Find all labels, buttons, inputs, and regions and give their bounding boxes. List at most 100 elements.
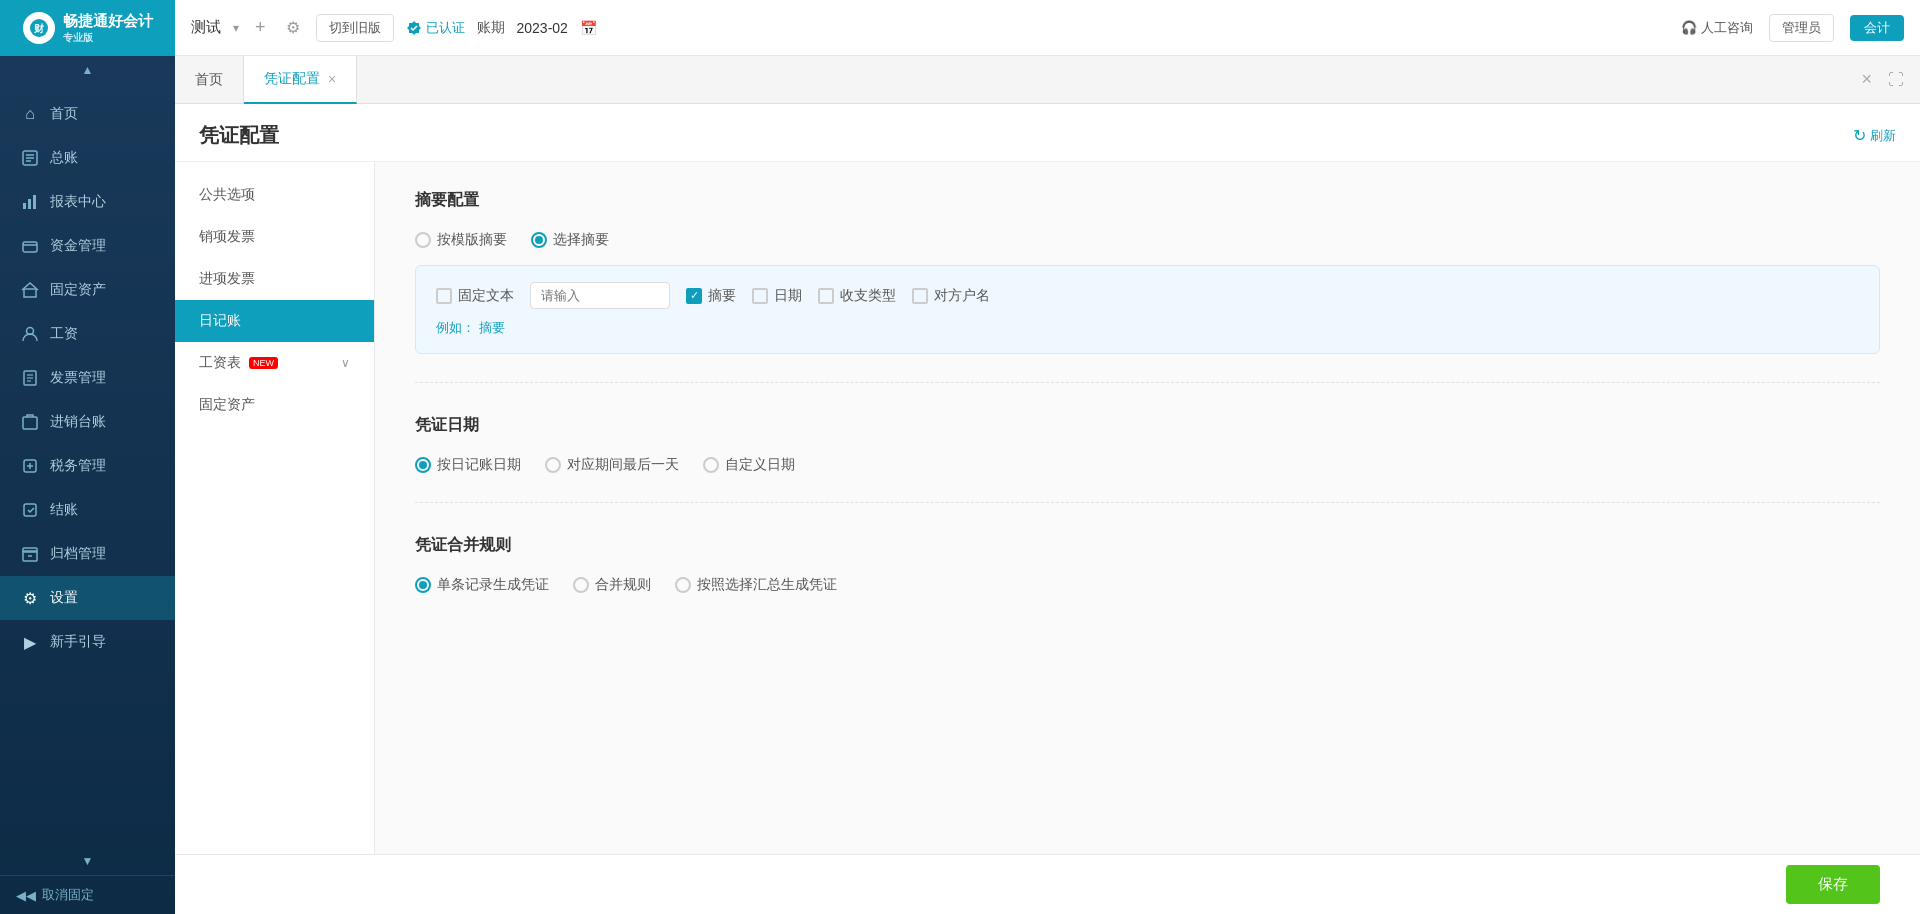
merge-select-radio[interactable]	[675, 577, 691, 593]
sidebar-item-invoice[interactable]: 发票管理	[0, 356, 175, 400]
left-nav: 公共选项 销项发票 进项发票 日记账 工资表 NEW ∨ 固定资产	[175, 162, 375, 914]
calendar-icon[interactable]: 📅	[580, 20, 597, 36]
sidebar-item-ledger-label: 总账	[50, 149, 78, 167]
sidebar-item-reports[interactable]: 报表中心	[0, 180, 175, 224]
left-nav-payroll[interactable]: 工资表 NEW ∨	[175, 342, 374, 384]
summary-check-label: 摘要	[708, 287, 736, 305]
merge-single-option[interactable]: 单条记录生成凭证	[415, 576, 549, 594]
old-version-btn[interactable]: 切到旧版	[316, 14, 394, 42]
sidebar-scroll-down[interactable]: ▼	[0, 847, 175, 875]
config-area: 摘要配置 按模版摘要 选择摘要 固定文本	[375, 162, 1920, 914]
tab-config[interactable]: 凭证配置 ×	[244, 56, 357, 104]
date-lastday-option[interactable]: 对应期间最后一天	[545, 456, 679, 474]
sidebar-item-guide-label: 新手引导	[50, 633, 106, 651]
counterparty-check-option[interactable]: 对方户名	[912, 287, 990, 305]
sidebar-item-settings[interactable]: ⚙ 设置	[0, 576, 175, 620]
left-nav-payroll-label: 工资表	[199, 354, 241, 372]
sidebar-item-assets[interactable]: 固定资产	[0, 268, 175, 312]
project-name: 测试	[191, 18, 221, 37]
summary-select-radio[interactable]	[531, 232, 547, 248]
sidebar-pin-btn[interactable]: ◀◀ 取消固定	[0, 875, 175, 914]
home-icon: ⌂	[20, 104, 40, 124]
merge-section: 凭证合并规则 单条记录生成凭证 合并规则 按照选择汇总生成凭证	[415, 535, 1880, 622]
fixed-text-checkbox[interactable]	[436, 288, 452, 304]
refresh-btn[interactable]: ↻ 刷新	[1853, 126, 1896, 145]
sidebar-item-invoice-label: 发票管理	[50, 369, 106, 387]
cashtype-checkbox[interactable]	[818, 288, 834, 304]
left-nav-public[interactable]: 公共选项	[175, 174, 374, 216]
sidebar-item-close[interactable]: 结账	[0, 488, 175, 532]
left-nav-purchase[interactable]: 进项发票	[175, 258, 374, 300]
main-content: 凭证配置 ↻ 刷新 公共选项 销项发票 进项发票 日记账 工资表 NEW	[175, 104, 1920, 914]
fixed-text-option[interactable]: 固定文本	[436, 287, 514, 305]
summary-template-radio[interactable]	[415, 232, 431, 248]
refresh-label: 刷新	[1870, 127, 1896, 145]
sidebar-item-ledger[interactable]: 总账	[0, 136, 175, 180]
svg-text:财: 财	[33, 23, 45, 34]
merge-rule-option[interactable]: 合并规则	[573, 576, 651, 594]
purchase-icon	[20, 412, 40, 432]
cashtype-check-option[interactable]: 收支类型	[818, 287, 896, 305]
chevron-down-icon: ∨	[341, 356, 350, 370]
left-nav-public-label: 公共选项	[199, 186, 255, 204]
consult-label: 人工咨询	[1701, 19, 1753, 37]
admin-btn[interactable]: 管理员	[1769, 14, 1834, 42]
merge-select-option[interactable]: 按照选择汇总生成凭证	[675, 576, 837, 594]
fixed-text-input[interactable]	[530, 282, 670, 309]
add-project-btn[interactable]: +	[251, 13, 270, 42]
counterparty-checkbox[interactable]	[912, 288, 928, 304]
headset-icon: 🎧	[1681, 20, 1697, 35]
sidebar-item-fund[interactable]: 资金管理	[0, 224, 175, 268]
sidebar-item-close-label: 结账	[50, 501, 78, 519]
consult-btn[interactable]: 🎧 人工咨询	[1681, 19, 1753, 37]
summary-check-option[interactable]: 摘要	[686, 287, 736, 305]
refresh-icon: ↻	[1853, 126, 1866, 145]
merge-rule-radio[interactable]	[573, 577, 589, 593]
project-dropdown-icon[interactable]: ▾	[233, 21, 239, 35]
merge-single-label: 单条记录生成凭证	[437, 576, 549, 594]
sidebar-scroll-up[interactable]: ▲	[0, 56, 175, 84]
save-btn[interactable]: 保存	[1786, 865, 1880, 904]
sidebar-item-archive[interactable]: 归档管理	[0, 532, 175, 576]
date-checkbox[interactable]	[752, 288, 768, 304]
summary-options-box: 固定文本 摘要 日期 收支类型	[415, 265, 1880, 354]
close-account-icon	[20, 500, 40, 520]
left-nav-journal[interactable]: 日记账	[175, 300, 374, 342]
date-check-option[interactable]: 日期	[752, 287, 802, 305]
sidebar-item-payroll[interactable]: 工资	[0, 312, 175, 356]
sidebar-item-home[interactable]: ⌂ 首页	[0, 92, 175, 136]
date-radio-group: 按日记账日期 对应期间最后一天 自定义日期	[415, 456, 1880, 474]
date-journal-option[interactable]: 按日记账日期	[415, 456, 521, 474]
sidebar-nav: ⌂ 首页 总账 报表中心 资金管理 固定资产	[0, 84, 175, 847]
date-check-label: 日期	[774, 287, 802, 305]
date-custom-option[interactable]: 自定义日期	[703, 456, 795, 474]
date-custom-radio[interactable]	[703, 457, 719, 473]
tab-home[interactable]: 首页	[175, 56, 244, 104]
tab-close-all-btn[interactable]: ×	[1857, 65, 1876, 94]
sidebar-item-tax[interactable]: 税务管理	[0, 444, 175, 488]
example-text: 例如： 摘要	[436, 319, 1859, 337]
reports-icon	[20, 192, 40, 212]
sidebar-item-purchase[interactable]: 进销台账	[0, 400, 175, 444]
merge-single-radio[interactable]	[415, 577, 431, 593]
summary-select-option[interactable]: 选择摘要	[531, 231, 609, 249]
sidebar-logo[interactable]: 财 畅捷通好会计 专业版	[0, 0, 175, 56]
sidebar: 财 畅捷通好会计 专业版 ▲ ⌂ 首页 总账 报表中心 资	[0, 0, 175, 914]
date-section: 凭证日期 按日记账日期 对应期间最后一天 自定义日期	[415, 415, 1880, 503]
period-label: 账期	[477, 19, 505, 37]
left-nav-sales-label: 销项发票	[199, 228, 255, 246]
accountant-btn[interactable]: 会计	[1850, 15, 1904, 41]
summary-checkbox[interactable]	[686, 288, 702, 304]
date-lastday-radio[interactable]	[545, 457, 561, 473]
sidebar-item-guide[interactable]: ▶ 新手引导	[0, 620, 175, 664]
left-nav-sales[interactable]: 销项发票	[175, 216, 374, 258]
sidebar-item-assets-label: 固定资产	[50, 281, 106, 299]
date-journal-radio[interactable]	[415, 457, 431, 473]
header-settings-btn[interactable]: ⚙	[282, 14, 304, 41]
left-nav-journal-label: 日记账	[199, 312, 241, 330]
left-nav-fixed[interactable]: 固定资产	[175, 384, 374, 426]
logo-title: 畅捷通好会计	[63, 12, 153, 31]
tab-expand-btn[interactable]: ⛶	[1884, 67, 1908, 93]
tab-close-icon[interactable]: ×	[328, 71, 336, 87]
summary-template-option[interactable]: 按模版摘要	[415, 231, 507, 249]
